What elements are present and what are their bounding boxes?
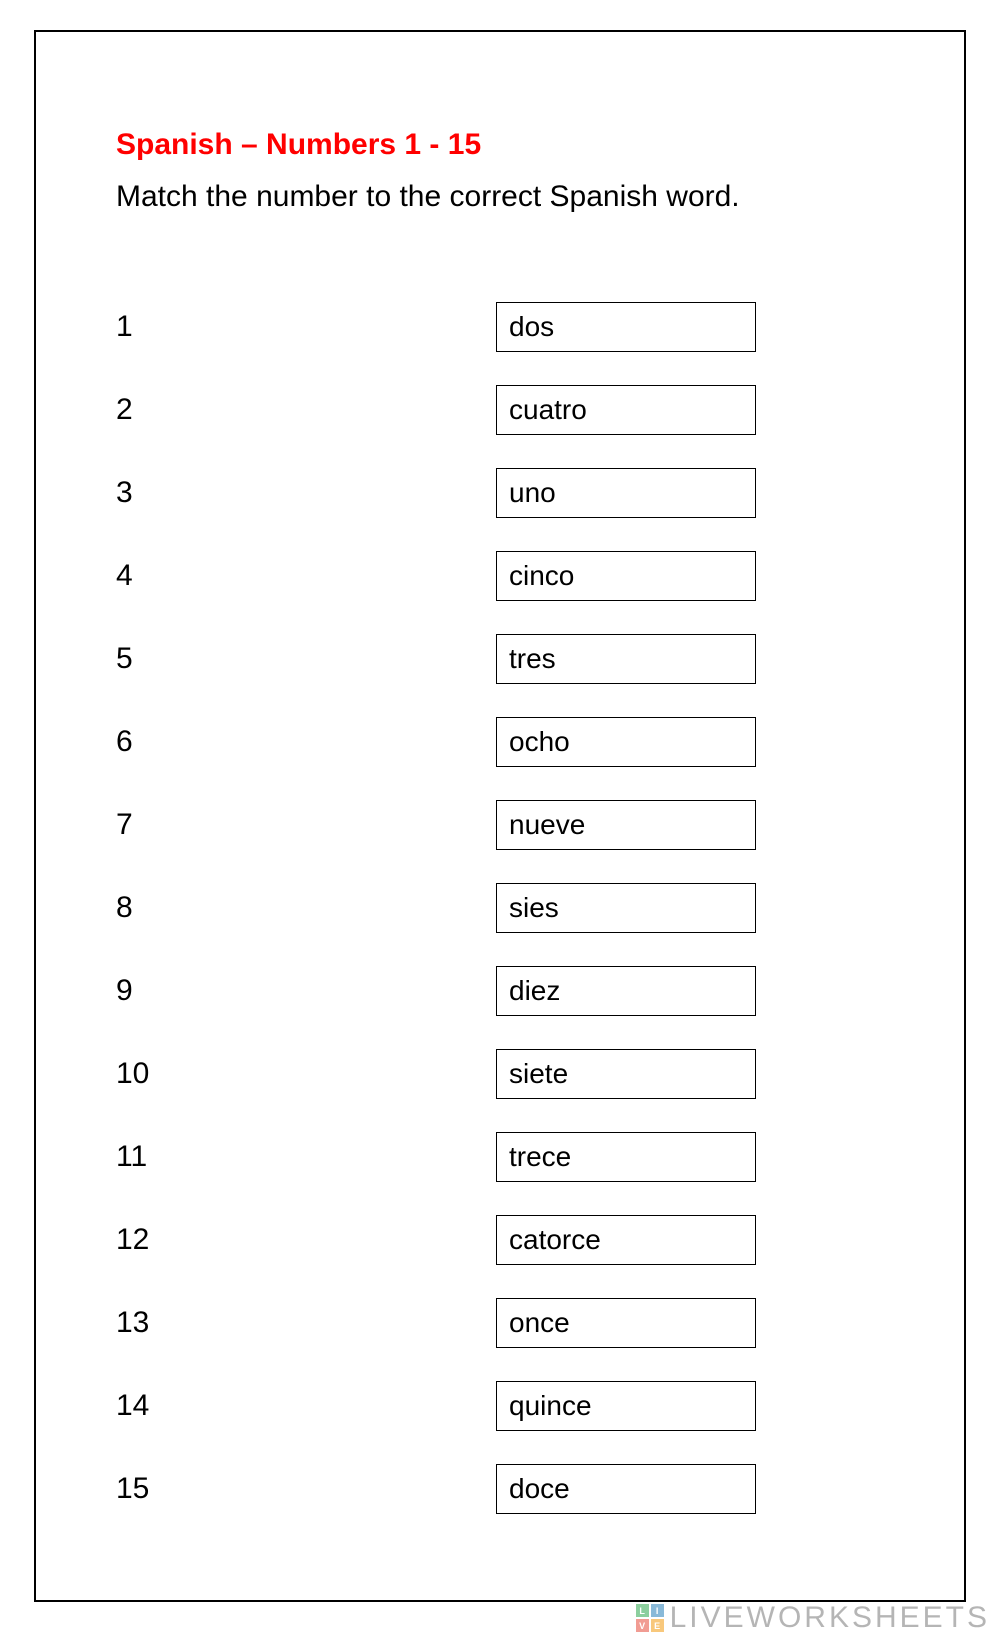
match-row: 6 ocho xyxy=(116,717,884,767)
word-card[interactable]: trece xyxy=(496,1132,756,1182)
wm-letter: I xyxy=(651,1604,664,1617)
number-label: 3 xyxy=(116,476,496,510)
wm-letter: E xyxy=(651,1619,664,1632)
number-label: 2 xyxy=(116,393,496,427)
match-row: 14 quince xyxy=(116,1381,884,1431)
match-row: 12 catorce xyxy=(116,1215,884,1265)
match-row: 7 nueve xyxy=(116,800,884,850)
match-row: 1 dos xyxy=(116,302,884,352)
match-row: 3 uno xyxy=(116,468,884,518)
match-row: 4 cinco xyxy=(116,551,884,601)
word-card[interactable]: tres xyxy=(496,634,756,684)
match-row: 11 trece xyxy=(116,1132,884,1182)
word-card[interactable]: uno xyxy=(496,468,756,518)
number-label: 1 xyxy=(116,310,496,344)
word-card[interactable]: diez xyxy=(496,966,756,1016)
match-row: 8 sies xyxy=(116,883,884,933)
word-card[interactable]: once xyxy=(496,1298,756,1348)
wm-letter: L xyxy=(636,1604,649,1617)
match-row: 13 once xyxy=(116,1298,884,1348)
number-label: 11 xyxy=(116,1140,496,1174)
wm-letter: V xyxy=(636,1619,649,1632)
number-label: 12 xyxy=(116,1223,496,1257)
number-label: 14 xyxy=(116,1389,496,1423)
number-label: 5 xyxy=(116,642,496,676)
word-card[interactable]: dos xyxy=(496,302,756,352)
word-card[interactable]: siete xyxy=(496,1049,756,1099)
word-card[interactable]: quince xyxy=(496,1381,756,1431)
number-label: 4 xyxy=(116,559,496,593)
liveworksheets-icon: L I V E xyxy=(636,1604,664,1632)
word-card[interactable]: nueve xyxy=(496,800,756,850)
number-label: 9 xyxy=(116,974,496,1008)
match-row: 15 doce xyxy=(116,1464,884,1514)
word-card[interactable]: doce xyxy=(496,1464,756,1514)
word-card[interactable]: cinco xyxy=(496,551,756,601)
number-label: 13 xyxy=(116,1306,496,1340)
worksheet-page: Spanish – Numbers 1 - 15 Match the numbe… xyxy=(34,30,966,1602)
number-label: 8 xyxy=(116,891,496,925)
number-label: 15 xyxy=(116,1472,496,1506)
liveworksheets-watermark: L I V E LIVEWORKSHEETS xyxy=(636,1601,990,1635)
match-row: 9 diez xyxy=(116,966,884,1016)
word-card[interactable]: catorce xyxy=(496,1215,756,1265)
match-row: 5 tres xyxy=(116,634,884,684)
word-card[interactable]: ocho xyxy=(496,717,756,767)
match-row: 2 cuatro xyxy=(116,385,884,435)
number-label: 6 xyxy=(116,725,496,759)
word-card[interactable]: sies xyxy=(496,883,756,933)
number-label: 7 xyxy=(116,808,496,842)
liveworksheets-text: LIVEWORKSHEETS xyxy=(670,1601,990,1635)
number-label: 10 xyxy=(116,1057,496,1091)
worksheet-instructions: Match the number to the correct Spanish … xyxy=(116,180,884,214)
match-rows: 1 dos 2 cuatro 3 uno 4 cinco 5 tres 6 oc… xyxy=(116,302,884,1514)
worksheet-title: Spanish – Numbers 1 - 15 xyxy=(116,128,884,162)
word-card[interactable]: cuatro xyxy=(496,385,756,435)
match-row: 10 siete xyxy=(116,1049,884,1099)
